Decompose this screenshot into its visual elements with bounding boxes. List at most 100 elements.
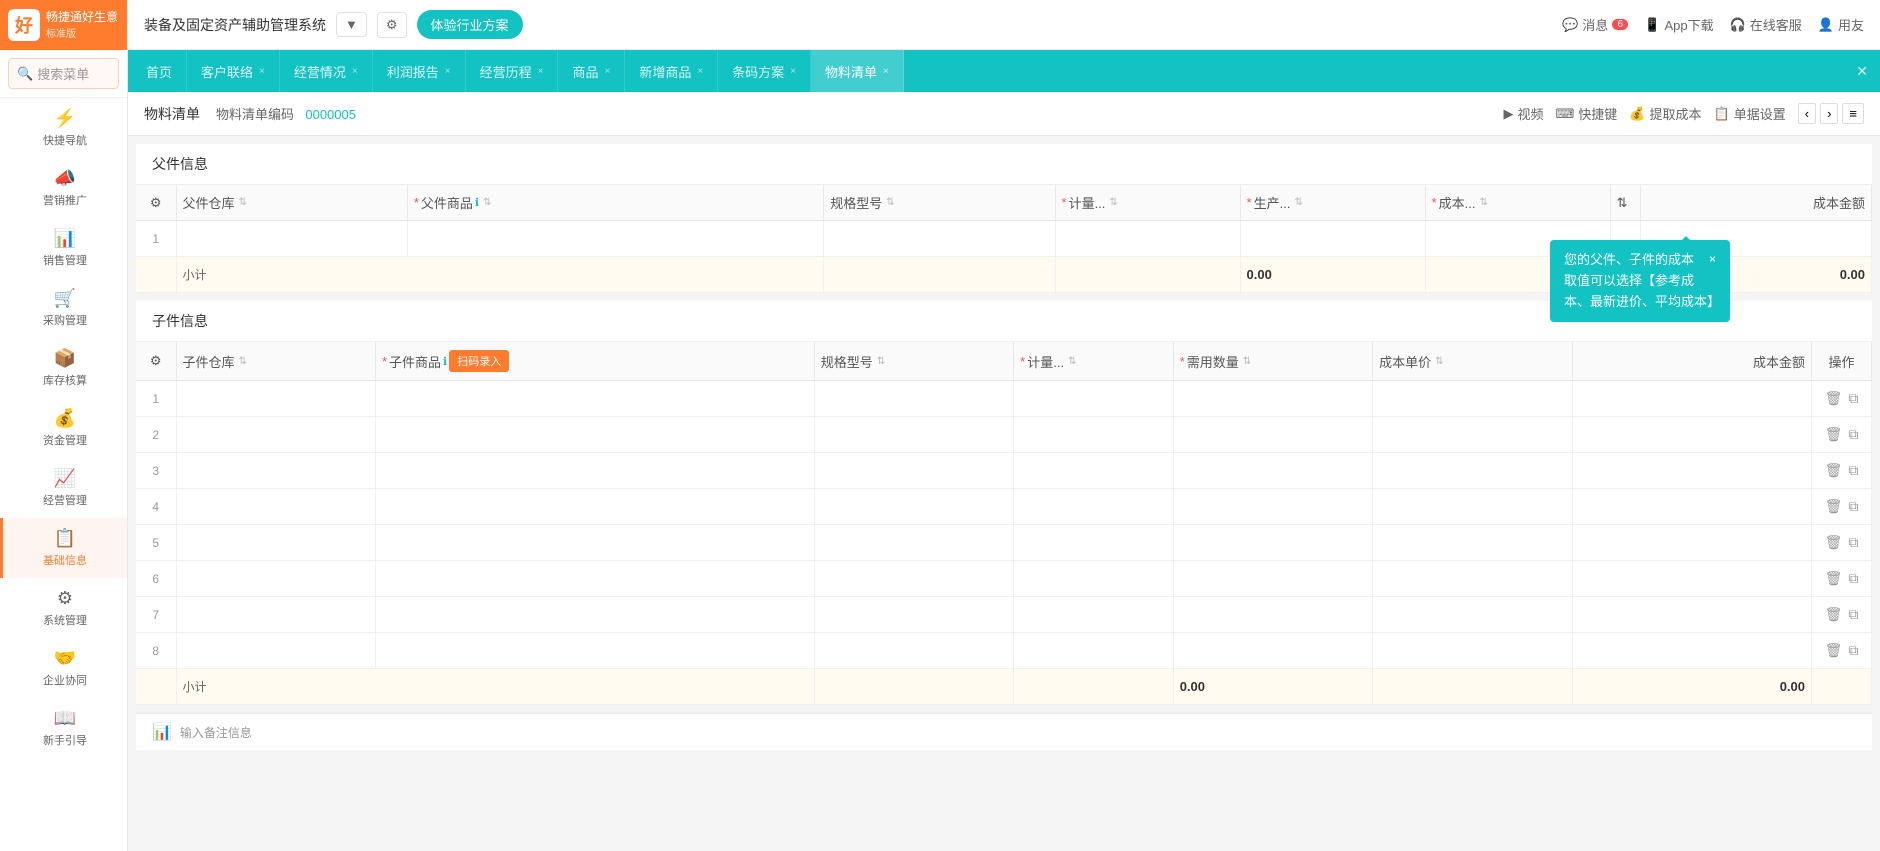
child-product-cell[interactable]	[375, 561, 814, 597]
th-parent-warehouse[interactable]: 父件仓库 ⇅	[176, 185, 407, 221]
child-unit-cost-cell[interactable]	[1373, 381, 1572, 417]
child-needed-cell[interactable]	[1173, 381, 1372, 417]
tab-close-icon[interactable]: ×	[538, 66, 544, 77]
child-warehouse-cell[interactable]	[176, 381, 375, 417]
tab-barcode[interactable]: 条码方案 ×	[718, 50, 811, 92]
tab-close-icon[interactable]: ×	[604, 66, 610, 77]
th-child-qty[interactable]: * 计量... ⇅	[1014, 342, 1174, 381]
child-qty-cell[interactable]	[1014, 417, 1174, 453]
sidebar-item-system[interactable]: ⚙ 系统管理	[0, 578, 127, 638]
parent-production-cell[interactable]	[1240, 221, 1425, 257]
child-warehouse-cell[interactable]	[176, 525, 375, 561]
child-product-cell[interactable]	[375, 489, 814, 525]
delete-icon[interactable]: 🗑	[1825, 390, 1843, 407]
child-unit-cost-cell[interactable]	[1373, 561, 1572, 597]
th-child-warehouse[interactable]: 子件仓库 ⇅	[176, 342, 375, 381]
copy-icon[interactable]: ⧉	[1848, 570, 1858, 587]
th-child-spec[interactable]: 规格型号 ⇅	[814, 342, 1013, 381]
th-parent-cost[interactable]: * 成本... ⇅	[1425, 185, 1610, 221]
child-needed-cell[interactable]	[1173, 597, 1372, 633]
tab-profit[interactable]: 利润报告 ×	[373, 50, 466, 92]
search-menu-button[interactable]: 🔍 搜索菜单	[8, 58, 119, 89]
child-needed-cell[interactable]	[1173, 417, 1372, 453]
child-warehouse-cell[interactable]	[176, 597, 375, 633]
sidebar-item-operation[interactable]: 📈 经营管理	[0, 458, 127, 518]
child-qty-cell[interactable]	[1014, 453, 1174, 489]
tab-close-icon[interactable]: ×	[259, 66, 265, 77]
trial-button[interactable]: 体验行业方案	[417, 10, 523, 39]
copy-icon[interactable]: ⧉	[1848, 426, 1858, 443]
th-parent-production[interactable]: * 生产... ⇅	[1240, 185, 1425, 221]
delete-icon[interactable]: 🗑	[1825, 570, 1843, 587]
child-needed-cell[interactable]	[1173, 525, 1372, 561]
parent-qty-cell[interactable]	[1055, 221, 1240, 257]
child-product-cell[interactable]	[375, 525, 814, 561]
child-product-cell[interactable]	[375, 597, 814, 633]
child-qty-cell[interactable]	[1014, 525, 1174, 561]
view-toggle-button[interactable]: ≡	[1842, 103, 1864, 124]
sidebar-item-basic-info[interactable]: 📋 基础信息	[0, 518, 127, 578]
child-unit-cost-cell[interactable]	[1373, 525, 1572, 561]
copy-icon[interactable]: ⧉	[1848, 606, 1858, 623]
child-qty-cell[interactable]	[1014, 597, 1174, 633]
tab-close-icon[interactable]: ×	[697, 66, 703, 77]
copy-icon[interactable]: ⧉	[1848, 534, 1858, 551]
child-warehouse-cell[interactable]	[176, 453, 375, 489]
child-qty-cell[interactable]	[1014, 633, 1174, 669]
app-download-item[interactable]: 📱 App下载	[1644, 15, 1713, 34]
parent-warehouse-cell[interactable]	[176, 221, 407, 257]
child-warehouse-cell[interactable]	[176, 417, 375, 453]
child-spec-cell[interactable]	[814, 453, 1013, 489]
delete-icon[interactable]: 🗑	[1825, 426, 1843, 443]
sidebar-item-inventory[interactable]: 📦 库存核算	[0, 338, 127, 398]
child-unit-cost-cell[interactable]	[1373, 489, 1572, 525]
child-product-cell[interactable]	[375, 453, 814, 489]
child-warehouse-cell[interactable]	[176, 561, 375, 597]
sidebar-item-quick-nav[interactable]: ⚡ 快捷导航	[0, 98, 127, 158]
scan-button[interactable]: 扫码录入	[449, 350, 509, 372]
child-spec-cell[interactable]	[814, 417, 1013, 453]
footer-placeholder[interactable]: 输入备注信息	[180, 724, 252, 741]
child-needed-cell[interactable]	[1173, 633, 1372, 669]
tab-bom[interactable]: 物料清单 ×	[811, 50, 904, 92]
th-parent-spec[interactable]: 规格型号 ⇅	[824, 185, 1055, 221]
child-warehouse-cell[interactable]	[176, 633, 375, 669]
sidebar-item-purchase[interactable]: 🛒 采购管理	[0, 278, 127, 338]
th-child-unit-cost[interactable]: 成本单价 ⇅	[1373, 342, 1572, 381]
sidebar-item-marketing[interactable]: 📣 营销推广	[0, 158, 127, 218]
doc-settings-action[interactable]: 📋 单据设置	[1714, 104, 1786, 123]
tab-new-product[interactable]: 新增商品 ×	[625, 50, 718, 92]
child-spec-cell[interactable]	[814, 525, 1013, 561]
delete-icon[interactable]: 🗑	[1825, 534, 1843, 551]
tooltip-close-button[interactable]: ×	[1709, 250, 1716, 269]
delete-icon[interactable]: 🗑	[1825, 606, 1843, 623]
delete-icon[interactable]: 🗑	[1825, 642, 1843, 659]
child-spec-cell[interactable]	[814, 489, 1013, 525]
delete-icon[interactable]: 🗑	[1825, 498, 1843, 515]
child-needed-cell[interactable]	[1173, 453, 1372, 489]
video-action[interactable]: ▶ 视频	[1504, 104, 1544, 123]
copy-icon[interactable]: ⧉	[1848, 498, 1858, 515]
sidebar-item-cooperation[interactable]: 🤝 企业协同	[0, 638, 127, 698]
shortcut-action[interactable]: ⌨ 快捷键	[1556, 104, 1618, 123]
delete-icon[interactable]: 🗑	[1825, 462, 1843, 479]
child-warehouse-cell[interactable]	[176, 489, 375, 525]
child-needed-cell[interactable]	[1173, 489, 1372, 525]
settings-button[interactable]: ⚙	[377, 12, 407, 38]
tab-product[interactable]: 商品 ×	[558, 50, 625, 92]
th-child-settings[interactable]: ⚙	[136, 342, 176, 381]
tab-customer[interactable]: 客户联络 ×	[187, 50, 280, 92]
child-unit-cost-cell[interactable]	[1373, 417, 1572, 453]
dropdown-button[interactable]: ▼	[336, 12, 367, 37]
th-child-needed[interactable]: * 需用数量 ⇅	[1173, 342, 1372, 381]
sidebar-item-finance[interactable]: 💰 资金管理	[0, 398, 127, 458]
child-qty-cell[interactable]	[1014, 489, 1174, 525]
sidebar-item-sales[interactable]: 📊 销售管理	[0, 218, 127, 278]
th-parent-product[interactable]: * 父件商品 ℹ ⇅	[407, 185, 823, 221]
child-qty-cell[interactable]	[1014, 381, 1174, 417]
child-unit-cost-cell[interactable]	[1373, 453, 1572, 489]
parent-spec-cell[interactable]	[824, 221, 1055, 257]
th-settings[interactable]: ⚙	[136, 185, 176, 221]
message-item[interactable]: 💬 消息 6	[1562, 15, 1628, 34]
tab-close-icon[interactable]: ×	[790, 66, 796, 77]
